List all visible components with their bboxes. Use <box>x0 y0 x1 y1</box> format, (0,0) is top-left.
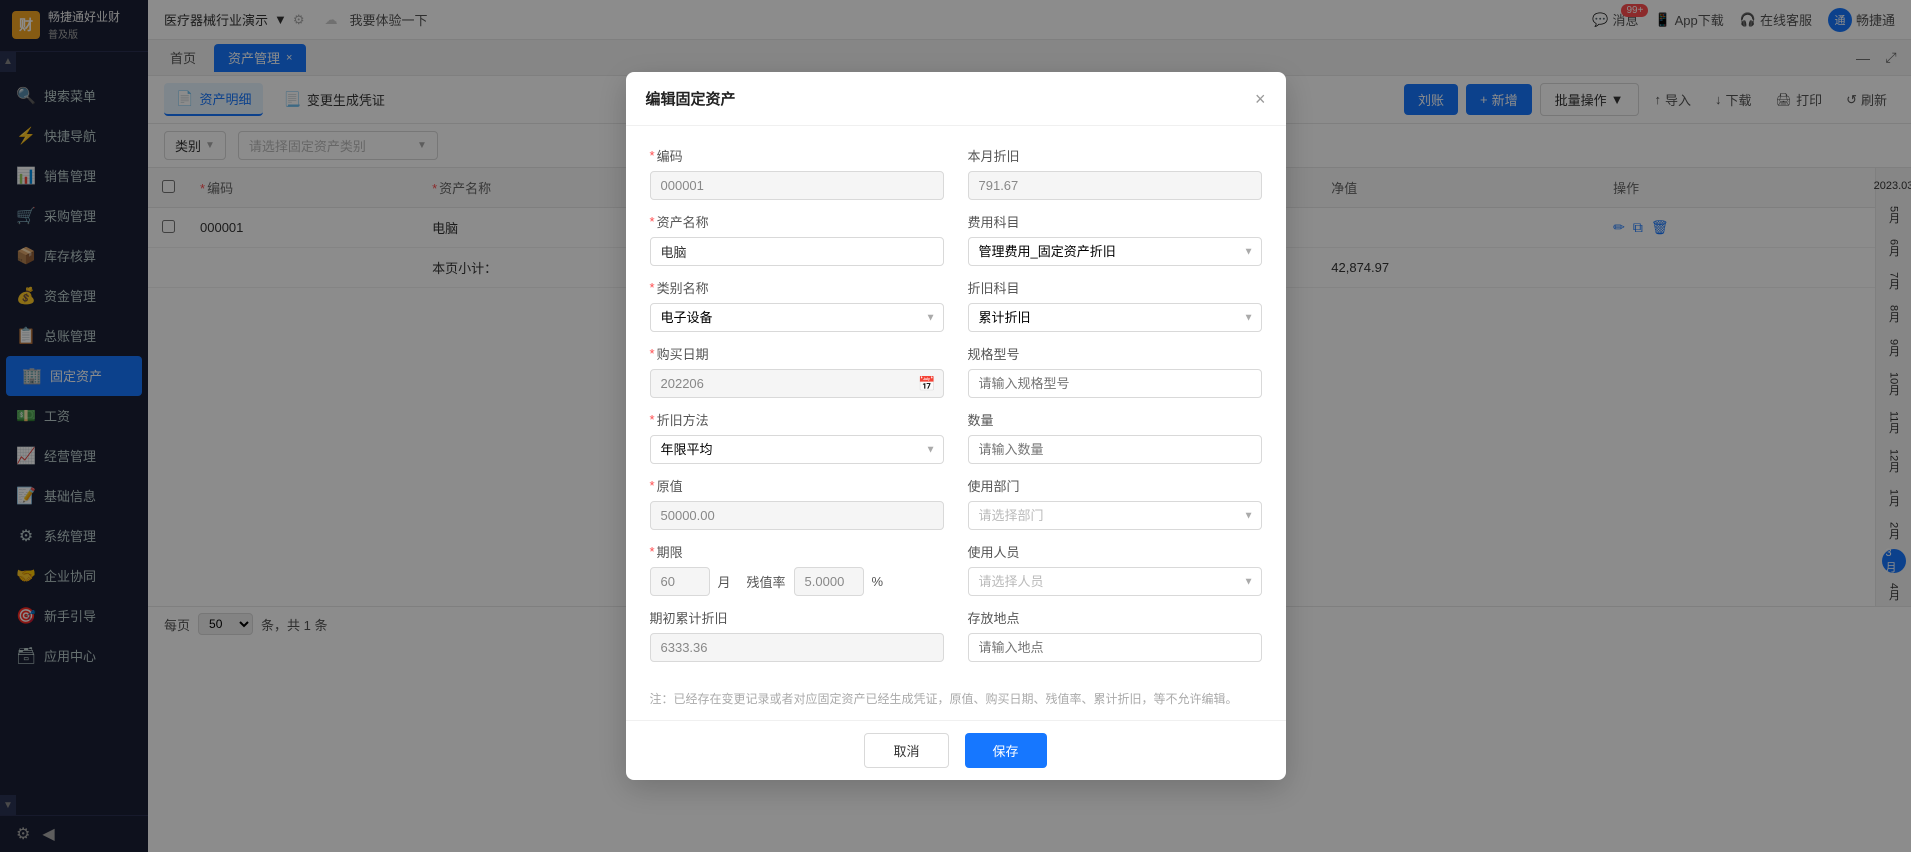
monthly-depreciation-label: 本月折旧 <box>968 146 1262 165</box>
storage-input[interactable] <box>968 633 1262 662</box>
form-group-storage: 存放地点 <box>968 608 1262 662</box>
depreciation-method-select-wrap: 年限平均 ▼ <box>650 435 944 464</box>
use-dept-select[interactable]: 请选择部门 <box>968 501 1262 530</box>
depreciation-method-select[interactable]: 年限平均 <box>650 435 944 464</box>
form-group-initial-depreciation: 期初累计折旧 <box>650 608 944 662</box>
form-group-name: * 资产名称 <box>650 212 944 266</box>
use-dept-select-wrap: 请选择部门 ▼ <box>968 501 1262 530</box>
form-group-period: * 期限 月 残值率 % <box>650 542 944 596</box>
residual-rate-unit: % <box>872 574 884 589</box>
form-group-category: * 类别名称 电子设备 ▼ <box>650 278 944 332</box>
depreciation-subject-label: 折旧科目 <box>968 278 1262 297</box>
initial-depreciation-label: 期初累计折旧 <box>650 608 944 627</box>
dialog-body: * 编码 * 资产名称 * 类别名称 <box>626 126 1286 682</box>
note-text: 注：已经存在变更记录或者对应固定资产已经生成凭证，原值、购买日期、残值率、累计折… <box>650 692 1238 706</box>
category-label: * 类别名称 <box>650 278 944 297</box>
category-select-wrap: 电子设备 ▼ <box>650 303 944 332</box>
depreciation-method-label: * 折旧方法 <box>650 410 944 429</box>
form-group-purchase-date: * 购买日期 📅 <box>650 344 944 398</box>
dialog-left-col: * 编码 * 资产名称 * 类别名称 <box>650 146 944 662</box>
use-person-select[interactable]: 请选择人员 <box>968 567 1262 596</box>
dialog-header: 编辑固定资产 × <box>626 72 1286 126</box>
dialog-note: 注：已经存在变更记录或者对应固定资产已经生成凭证，原值、购买日期、残值率、累计折… <box>626 682 1286 720</box>
dialog-close-button[interactable]: × <box>1255 90 1266 108</box>
residual-rate-label: 残值率 <box>747 572 786 591</box>
code-input[interactable] <box>650 171 944 200</box>
quantity-input[interactable] <box>968 435 1262 464</box>
residual-rate-input[interactable] <box>794 567 864 596</box>
save-button[interactable]: 保存 <box>965 733 1047 768</box>
use-person-select-wrap: 请选择人员 ▼ <box>968 567 1262 596</box>
purchase-date-label: * 购买日期 <box>650 344 944 363</box>
name-input[interactable] <box>650 237 944 266</box>
dialog-title: 编辑固定资产 <box>646 88 736 109</box>
monthly-depreciation-input[interactable] <box>968 171 1262 200</box>
form-group-depreciation-subject: 折旧科目 累计折旧 ▼ <box>968 278 1262 332</box>
edit-dialog: 编辑固定资产 × * 编码 * 资产名称 <box>626 72 1286 780</box>
use-dept-label: 使用部门 <box>968 476 1262 495</box>
form-group-quantity: 数量 <box>968 410 1262 464</box>
dialog-footer: 取消 保存 <box>626 720 1286 780</box>
period-input[interactable] <box>650 567 710 596</box>
category-select[interactable]: 电子设备 <box>650 303 944 332</box>
expense-subject-label: 费用科目 <box>968 212 1262 231</box>
cancel-button[interactable]: 取消 <box>864 733 948 768</box>
form-group-use-person: 使用人员 请选择人员 ▼ <box>968 542 1262 596</box>
purchase-date-wrap: 📅 <box>650 369 944 398</box>
form-group-original-value: * 原值 <box>650 476 944 530</box>
period-unit: 月 <box>718 572 731 591</box>
storage-label: 存放地点 <box>968 608 1262 627</box>
name-label: * 资产名称 <box>650 212 944 231</box>
form-group-expense-subject: 费用科目 管理费用_固定资产折旧 ▼ <box>968 212 1262 266</box>
spec-label: 规格型号 <box>968 344 1262 363</box>
form-group-code: * 编码 <box>650 146 944 200</box>
code-label: * 编码 <box>650 146 944 165</box>
expense-subject-select[interactable]: 管理费用_固定资产折旧 <box>968 237 1262 266</box>
form-group-monthly-depreciation: 本月折旧 <box>968 146 1262 200</box>
depreciation-subject-select[interactable]: 累计折旧 <box>968 303 1262 332</box>
dialog-overlay: 编辑固定资产 × * 编码 * 资产名称 <box>0 0 1911 852</box>
expense-subject-select-wrap: 管理费用_固定资产折旧 ▼ <box>968 237 1262 266</box>
quantity-label: 数量 <box>968 410 1262 429</box>
original-value-label: * 原值 <box>650 476 944 495</box>
period-row: 月 残值率 % <box>650 567 944 596</box>
spec-input[interactable] <box>968 369 1262 398</box>
original-value-input[interactable] <box>650 501 944 530</box>
purchase-date-input[interactable] <box>650 369 944 398</box>
form-group-use-dept: 使用部门 请选择部门 ▼ <box>968 476 1262 530</box>
dialog-right-col: 本月折旧 费用科目 管理费用_固定资产折旧 ▼ 折旧科目 <box>968 146 1262 662</box>
use-person-label: 使用人员 <box>968 542 1262 561</box>
period-label: * 期限 <box>650 542 944 561</box>
initial-depreciation-input[interactable] <box>650 633 944 662</box>
form-group-depreciation-method: * 折旧方法 年限平均 ▼ <box>650 410 944 464</box>
depreciation-subject-select-wrap: 累计折旧 ▼ <box>968 303 1262 332</box>
form-group-spec: 规格型号 <box>968 344 1262 398</box>
